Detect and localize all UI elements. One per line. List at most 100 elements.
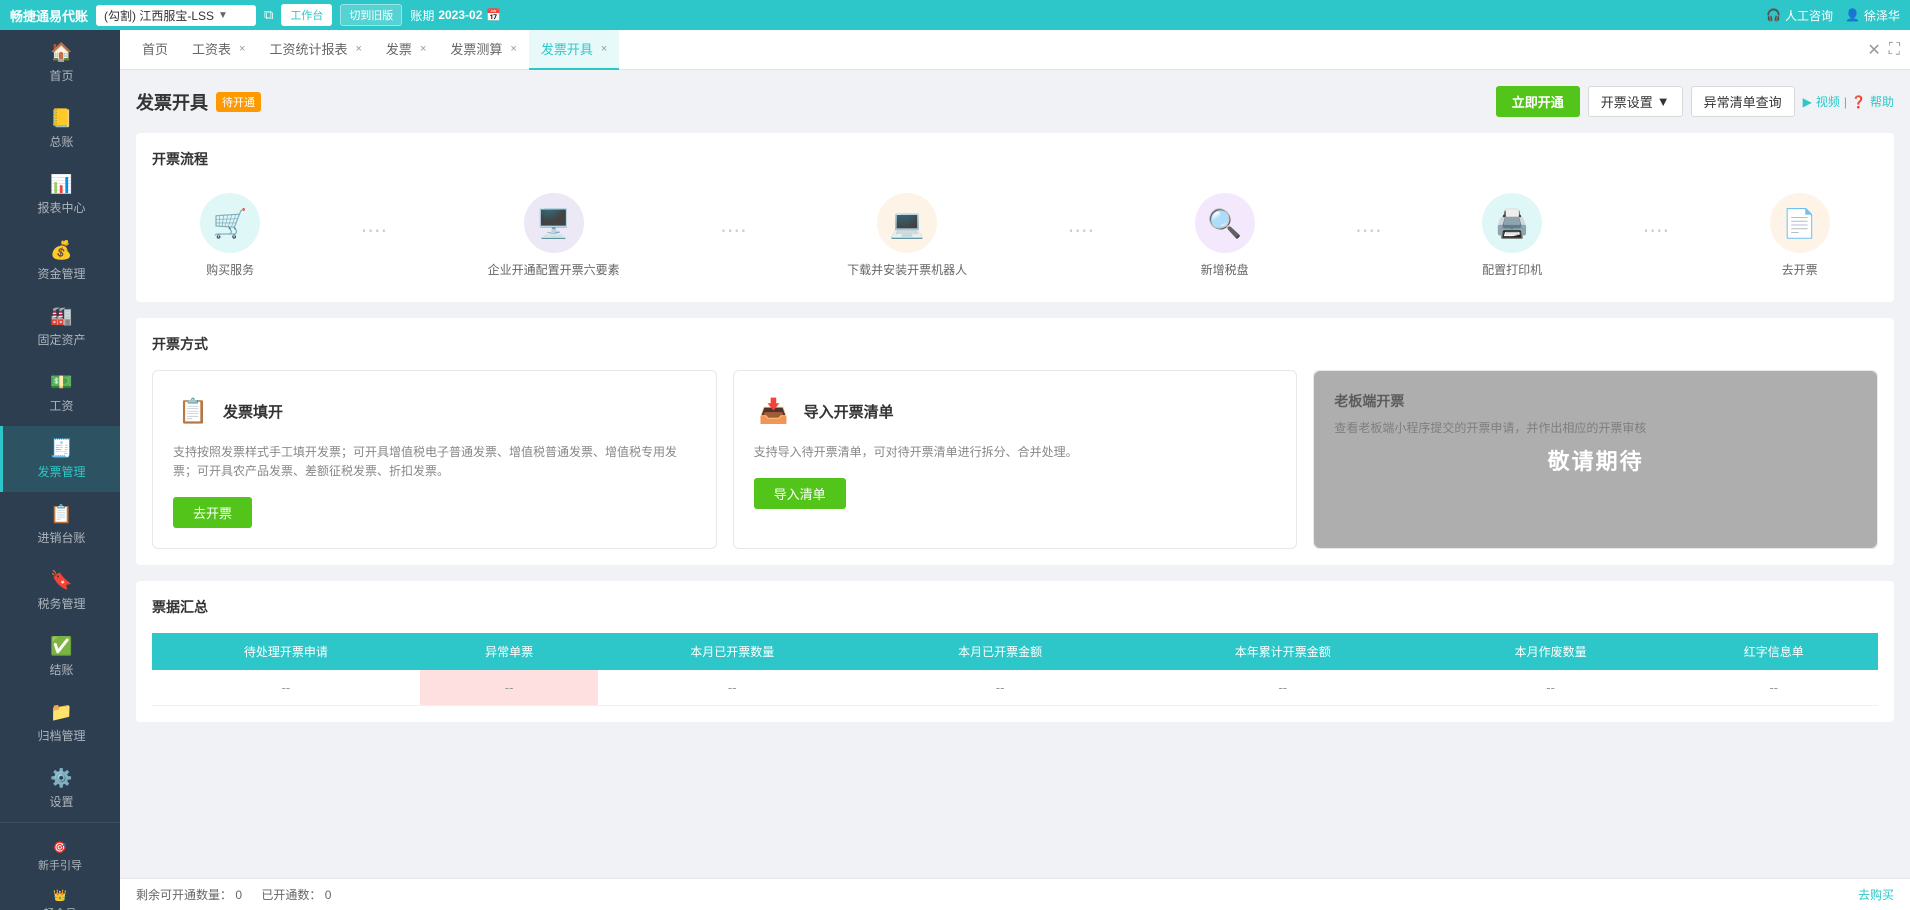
- sidebar-item-settlement[interactable]: ✅结账: [0, 624, 120, 690]
- play-icon: ▶: [1803, 95, 1812, 109]
- method-btn-import[interactable]: 导入清单: [754, 478, 846, 509]
- step-label-open-invoice: 去开票: [1782, 261, 1818, 278]
- tab-invoice[interactable]: 发票×: [374, 30, 438, 70]
- close-all-icon[interactable]: ✕: [1867, 40, 1880, 60]
- sidebar-item-salary[interactable]: 💵工资: [0, 360, 120, 426]
- sidebar-item-archive[interactable]: 📁归档管理: [0, 690, 120, 756]
- support-btn[interactable]: 🎧 人工咨询: [1766, 7, 1833, 24]
- bottom-bar: 剩余可开通数量： 0 已开通数： 0 去购买: [120, 878, 1910, 910]
- sidebar-item-member[interactable]: 👑畅会员: [0, 881, 120, 910]
- sidebar-item-guide[interactable]: 🎯新手引导: [0, 833, 120, 881]
- summary-col-header: 本月作废数量: [1432, 633, 1670, 670]
- settlement-icon: ✅: [50, 636, 72, 657]
- summary-section-title: 票据汇总: [152, 597, 1878, 617]
- summary-col-header: 异常单票: [420, 633, 599, 670]
- method-card-import[interactable]: 📥 导入开票清单 支持导入待开票清单，可对待开票清单进行拆分、合并处理。 导入清…: [733, 370, 1298, 549]
- old-version-button[interactable]: 切到旧版: [340, 4, 402, 26]
- separator: |: [1844, 95, 1847, 109]
- company-selector[interactable]: (勾割) 江西服宝-LSS ▼: [96, 5, 256, 26]
- step-arrow-3: ‥‥: [1355, 213, 1382, 258]
- method-btn-manual[interactable]: 去开票: [173, 497, 252, 528]
- method-cards: 📋 发票填开 支持按照发票样式手工填开发票；可开具增值税电子普通发票、增值税普通…: [152, 370, 1878, 549]
- summary-cell[interactable]: --: [420, 670, 599, 706]
- open-settings-button[interactable]: 开票设置 ▼: [1588, 86, 1683, 117]
- process-steps: 🛒购买服务 ‥‥ 🖥️企业开通配置开票六要素 ‥‥ 💻下载并安装开票机器人 ‥‥ 🔍 新增税盘…: [152, 185, 1878, 286]
- sidebar-item-tax[interactable]: 🔖税务管理: [0, 558, 120, 624]
- reports-icon: 📊: [50, 174, 72, 195]
- tab-close-salary-table[interactable]: ×: [239, 43, 245, 55]
- step-buy-service[interactable]: 🛒购买服务: [200, 193, 260, 278]
- sidebar-item-assets[interactable]: 🏭固定资产: [0, 294, 120, 360]
- summary-col-header: 本月已开票金额: [866, 633, 1134, 670]
- period-icon[interactable]: 📅: [486, 8, 501, 22]
- page-title: 发票开具: [136, 89, 208, 115]
- step-download-robot[interactable]: 💻下载并安装开票机器人: [847, 193, 967, 278]
- sidebar-item-purchase[interactable]: 📋进销台账: [0, 492, 120, 558]
- invoice-icon: 🧾: [50, 438, 72, 459]
- top-bar-right: 🎧 人工咨询 👤 徐泽华: [1766, 7, 1900, 24]
- sidebar-item-funds[interactable]: 💰资金管理: [0, 228, 120, 294]
- step-config-printer[interactable]: 🖨️配置打印机: [1482, 193, 1542, 278]
- video-help-link[interactable]: ▶ 视频 | ❓ 帮助: [1803, 93, 1894, 110]
- method-card-old: 老板端开票 查看老板端小程序提交的开票申请，并作出相应的开票审核 敬请期待: [1313, 370, 1878, 549]
- method-icon-manual: 📋: [173, 391, 213, 431]
- opened-value: 0: [325, 888, 332, 902]
- sidebar-item-invoice[interactable]: 🧾发票管理: [0, 426, 120, 492]
- step-label-add-taxbox: 新增税盘: [1201, 261, 1249, 278]
- tab-close-invoice[interactable]: ×: [420, 43, 426, 55]
- workspace-button[interactable]: 工作台: [281, 4, 332, 26]
- sidebar-item-settings[interactable]: ⚙️设置: [0, 756, 120, 822]
- dropdown-icon: ▼: [1657, 94, 1670, 109]
- tab-close-invoice-open[interactable]: ×: [601, 43, 607, 55]
- method-card-manual[interactable]: 📋 发票填开 支持按照发票样式手工填开发票；可开具增值税电子普通发票、增值税普通…: [152, 370, 717, 549]
- copy-icon[interactable]: ⧉: [264, 7, 273, 23]
- tab-salary-report[interactable]: 工资统计报表×: [257, 30, 373, 70]
- abnormal-query-button[interactable]: 异常清单查询: [1691, 86, 1795, 117]
- guide-icon: 🎯: [53, 841, 67, 854]
- bottom-bar-info: 剩余可开通数量： 0 已开通数： 0: [136, 886, 331, 903]
- assets-icon: 🏭: [50, 306, 72, 327]
- step-open-invoice[interactable]: 📄去开票: [1770, 193, 1830, 278]
- open-now-button[interactable]: 立即开通: [1496, 86, 1580, 117]
- method-desc-import: 支持导入待开票清单，可对待开票清单进行拆分、合并处理。: [754, 443, 1277, 462]
- step-arrow-0: ‥‥: [361, 213, 388, 258]
- tab-invoice-calc[interactable]: 发票测算×: [438, 30, 528, 70]
- home-icon: 🏠: [50, 42, 72, 63]
- summary-section: 票据汇总 待处理开票申请异常单票本月已开票数量本月已开票金额本年累计开票金额本月…: [136, 581, 1894, 722]
- salary-icon: 💵: [50, 372, 72, 393]
- headset-icon: 🎧: [1766, 8, 1781, 22]
- sidebar-item-reports[interactable]: 📊报表中心: [0, 162, 120, 228]
- purchase-icon: 📋: [50, 504, 72, 525]
- summary-cell: --: [1134, 670, 1432, 706]
- step-arrow-2: ‥‥: [1068, 213, 1095, 258]
- tab-close-salary-report[interactable]: ×: [355, 43, 361, 55]
- step-config-enterprise[interactable]: 🖥️企业开通配置开票六要素: [488, 193, 620, 278]
- step-icon-buy-service: 🛒: [200, 193, 260, 253]
- summary-table: 待处理开票申请异常单票本月已开票数量本月已开票金额本年累计开票金额本月作废数量红…: [152, 633, 1878, 706]
- page-content: 发票开具 待开通 立即开通 开票设置 ▼ 异常清单查询 ▶ 视频 | ❓: [120, 70, 1910, 878]
- restore-icon[interactable]: ⛶: [1889, 41, 1900, 59]
- invoice-process-section: 开票流程 🛒购买服务 ‥‥ 🖥️企业开通配置开票六要素 ‥‥ 💻下载并安装开票机器人 ‥‥…: [136, 133, 1894, 302]
- sidebar-item-ledger[interactable]: 📒总账: [0, 96, 120, 162]
- step-icon-config-printer: 🖨️: [1482, 193, 1542, 253]
- top-bar-left: 畅捷通易代账 (勾割) 江西服宝-LSS ▼ ⧉ 工作台 切到旧版 账期 202…: [10, 4, 501, 26]
- process-section-title: 开票流程: [152, 149, 1878, 169]
- step-icon-add-taxbox: 🔍: [1195, 193, 1255, 253]
- user-info[interactable]: 👤 徐泽华: [1845, 7, 1900, 24]
- go-buy-button[interactable]: 去购买: [1858, 886, 1894, 903]
- tab-salary-table[interactable]: 工资表×: [180, 30, 257, 70]
- page-title-area: 发票开具 待开通: [136, 89, 261, 115]
- tab-home[interactable]: 首页: [130, 30, 180, 70]
- sidebar-item-home[interactable]: 🏠首页: [0, 30, 120, 96]
- page-header-actions: 立即开通 开票设置 ▼ 异常清单查询 ▶ 视频 | ❓ 帮助: [1496, 86, 1894, 117]
- tab-invoice-open[interactable]: 发票开具×: [529, 30, 619, 70]
- invoice-methods-section: 开票方式 📋 发票填开 支持按照发票样式手工填开发票；可开具增值税电子普通发票、…: [136, 318, 1894, 565]
- step-add-taxbox[interactable]: 🔍 新增税盘: [1195, 193, 1255, 278]
- tab-bar: 首页工资表×工资统计报表×发票×发票测算×发票开具× ✕ ⛶: [120, 30, 1910, 70]
- archive-icon: 📁: [50, 702, 72, 723]
- app-logo: 畅捷通易代账: [10, 6, 88, 25]
- step-label-config-enterprise: 企业开通配置开票六要素: [488, 261, 620, 278]
- funds-icon: 💰: [50, 240, 72, 261]
- summary-col-header: 本年累计开票金额: [1134, 633, 1432, 670]
- tab-close-invoice-calc[interactable]: ×: [510, 43, 516, 55]
